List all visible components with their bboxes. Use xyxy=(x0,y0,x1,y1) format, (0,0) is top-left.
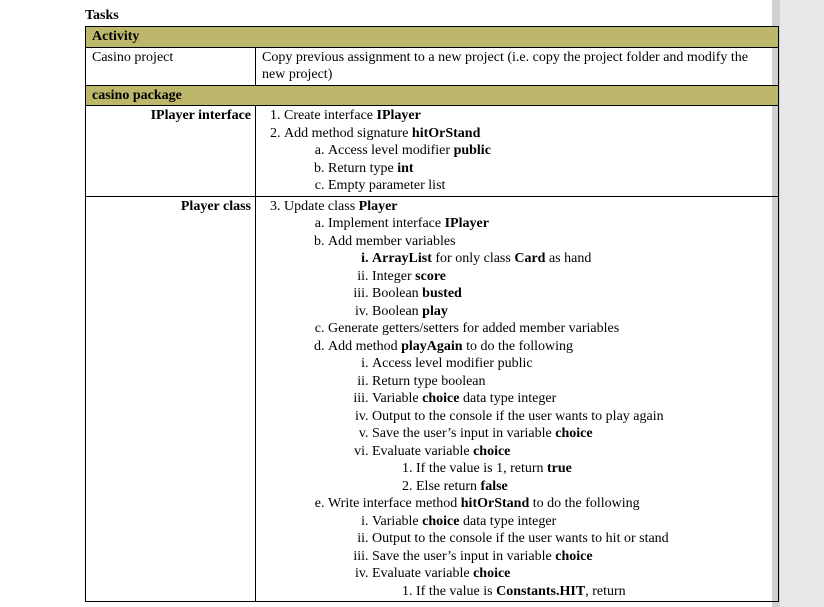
row-iplayer-interface: IPlayer interface Create interface IPlay… xyxy=(86,106,779,197)
list-item: Create interface IPlayer xyxy=(284,107,774,125)
list-item: Save the user’s input in variable choice xyxy=(372,548,774,566)
list-item: Add method playAgain to do the following… xyxy=(328,338,774,496)
list-item: Generate getters/setters for added membe… xyxy=(328,320,774,338)
list-item: Empty parameter list xyxy=(328,177,774,195)
list-item: Evaluate variable choice If the value is… xyxy=(372,443,774,496)
player-content: Update class Player Implement interface … xyxy=(256,196,779,602)
list-item: Variable choice data type integer xyxy=(372,513,774,531)
iplayer-content: Create interface IPlayer Add method sign… xyxy=(256,106,779,197)
list-item: Evaluate variable choice If the value is… xyxy=(372,565,774,600)
casino-project-label: Casino project xyxy=(86,47,256,85)
list-item: If the value is Constants.HIT, return xyxy=(416,583,774,601)
list-item: Access level modifier public xyxy=(328,142,774,160)
list-item: Add member variables ArrayList for only … xyxy=(328,233,774,321)
list-item: Return type boolean xyxy=(372,373,774,391)
list-item: Boolean busted xyxy=(372,285,774,303)
list-item: Else return false xyxy=(416,478,774,496)
list-item: Boolean play xyxy=(372,303,774,321)
tasks-table: Activity Casino project Copy previous as… xyxy=(85,26,779,602)
list-item: Integer score xyxy=(372,268,774,286)
list-item: Write interface method hitOrStand to do … xyxy=(328,495,774,600)
list-item: Implement interface IPlayer xyxy=(328,215,774,233)
row-player-class: Player class Update class Player Impleme… xyxy=(86,196,779,602)
casino-package-header: casino package xyxy=(86,85,779,106)
list-item: Output to the console if the user wants … xyxy=(372,408,774,426)
list-item: ArrayList for only class Card as hand xyxy=(372,250,774,268)
list-item: Access level modifier public xyxy=(372,355,774,373)
row-casino-package: casino package xyxy=(86,85,779,106)
document-page: Tasks Activity Casino project Copy previ… xyxy=(0,0,780,607)
list-item: If the value is 1, return true xyxy=(416,460,774,478)
casino-project-desc: Copy previous assignment to a new projec… xyxy=(256,47,779,85)
row-casino-project: Casino project Copy previous assignment … xyxy=(86,47,779,85)
tasks-heading: Tasks xyxy=(0,8,772,26)
list-item: Add method signature hitOrStand Access l… xyxy=(284,125,774,195)
list-item: Variable choice data type integer xyxy=(372,390,774,408)
iplayer-label: IPlayer interface xyxy=(86,106,256,197)
list-item: Return type int xyxy=(328,160,774,178)
list-item: Update class Player Implement interface … xyxy=(284,198,774,601)
list-item: Save the user’s input in variable choice xyxy=(372,425,774,443)
player-label: Player class xyxy=(86,196,256,602)
list-item: Output to the console if the user wants … xyxy=(372,530,774,548)
activity-header: Activity xyxy=(86,27,779,48)
header-row: Activity xyxy=(86,27,779,48)
